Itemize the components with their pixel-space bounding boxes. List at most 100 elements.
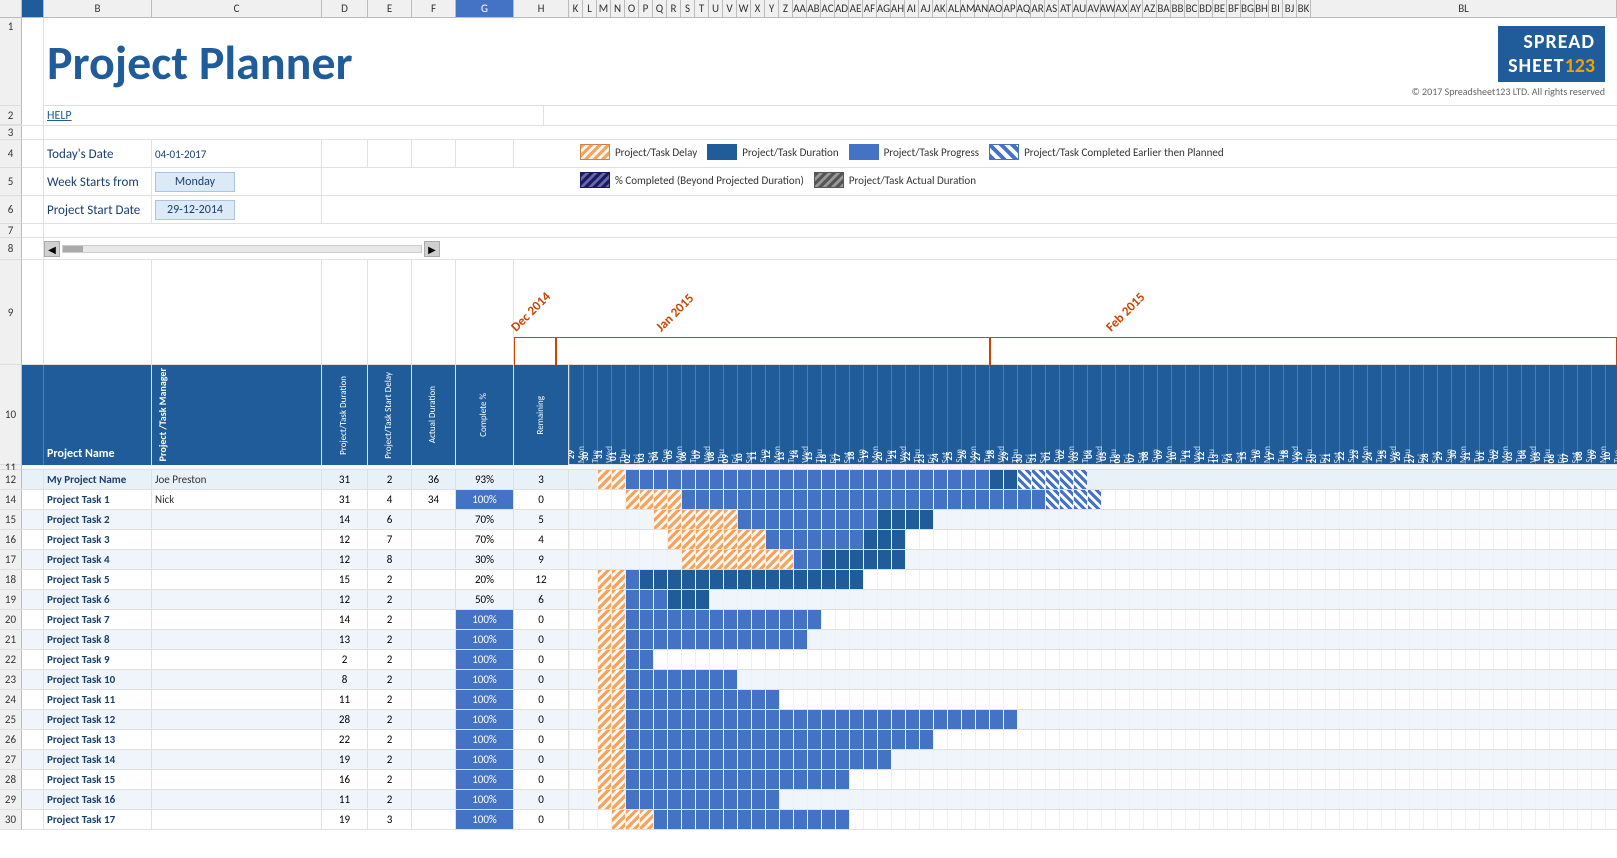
scroll-thumb[interactable] xyxy=(63,246,83,252)
gantt-day-cell xyxy=(1353,730,1367,749)
remaining-cell: 0 xyxy=(514,690,569,709)
gantt-day-cell xyxy=(1423,590,1437,609)
gantt-day-cell xyxy=(891,810,905,829)
gantt-day-cell xyxy=(1297,730,1311,749)
gantt-day-cell xyxy=(905,590,919,609)
gantt-day-cell xyxy=(1241,810,1255,829)
gantt-day-cell xyxy=(1031,550,1045,569)
gantt-day-cell xyxy=(1073,710,1087,729)
gantt-day-cell xyxy=(1017,710,1031,729)
gantt-day-cell xyxy=(1073,650,1087,669)
gantt-day-cell xyxy=(919,670,933,689)
gantt-day-cell xyxy=(1577,670,1591,689)
project-start-value[interactable]: 29-12-2014 xyxy=(155,200,235,220)
gantt-day-cell xyxy=(807,510,821,529)
gantt-day-cell xyxy=(1535,650,1549,669)
gantt-day-cell xyxy=(1171,790,1185,809)
gantt-day-cell xyxy=(1521,730,1535,749)
gantt-day-cell xyxy=(1059,690,1073,709)
remaining-cell: 12 xyxy=(514,570,569,589)
gantt-day-cell xyxy=(1381,510,1395,529)
gantt-day-cell xyxy=(765,490,779,509)
title-row: 1 Project Planner SPREADSHEET123 © 2017 … xyxy=(0,18,1617,106)
gantt-day-cell xyxy=(1031,790,1045,809)
gantt-day-cell xyxy=(611,750,625,769)
gantt-day-cell xyxy=(1591,570,1605,589)
gantt-day-cell xyxy=(1465,690,1479,709)
gantt-day-cell xyxy=(1213,810,1227,829)
gantt-day-cell xyxy=(793,630,807,649)
gantt-day-cell xyxy=(1339,810,1353,829)
gantt-day-cell xyxy=(1409,550,1423,569)
gantt-day-cell xyxy=(1339,570,1353,589)
gantt-day-cell xyxy=(751,750,765,769)
gantt-day-cell xyxy=(1395,790,1409,809)
gantt-row-cells xyxy=(569,590,1617,609)
gantt-day-cell xyxy=(1311,730,1325,749)
delay-cell: 2 xyxy=(368,570,412,589)
gantt-day-cell xyxy=(1437,810,1451,829)
gantt-day-cell xyxy=(1409,470,1423,489)
gantt-day-cell xyxy=(569,650,583,669)
scroll-track[interactable] xyxy=(62,245,422,253)
gantt-day-cell xyxy=(1297,610,1311,629)
gantt-day-cell xyxy=(1297,590,1311,609)
scroll-left-btn[interactable]: ◀ xyxy=(44,241,60,257)
gantt-day-cell xyxy=(821,750,835,769)
gantt-day-cell xyxy=(1213,530,1227,549)
gantt-day-cell xyxy=(737,750,751,769)
gantt-day-cell xyxy=(751,670,765,689)
gantt-day-cell xyxy=(1591,790,1605,809)
gantt-day-cell xyxy=(807,650,821,669)
gantt-day-cell xyxy=(1045,650,1059,669)
gantt-day-cell xyxy=(1087,710,1101,729)
gantt-day-cell xyxy=(1479,790,1493,809)
gantt-day-cell xyxy=(919,470,933,489)
gantt-day-cell xyxy=(933,530,947,549)
gantt-day-cell xyxy=(1577,470,1591,489)
gantt-day-cell xyxy=(835,550,849,569)
gantt-day-cell xyxy=(723,490,737,509)
gantt-day-cell xyxy=(1367,730,1381,749)
gantt-day-cell xyxy=(835,730,849,749)
scroll-right-btn[interactable]: ▶ xyxy=(424,241,440,257)
gantt-day-cell xyxy=(1549,550,1563,569)
gantt-day-cell xyxy=(1325,570,1339,589)
gantt-day-cell xyxy=(765,770,779,789)
gantt-day-cell xyxy=(1563,590,1577,609)
scrollbar-area[interactable]: ◀ ▶ xyxy=(44,238,474,260)
week-starts-value[interactable]: Monday xyxy=(155,172,235,192)
manager-cell xyxy=(152,530,322,549)
gantt-day-cell xyxy=(597,470,611,489)
gantt-day-cell xyxy=(1339,770,1353,789)
gantt-day-cell xyxy=(1605,650,1617,669)
gantt-day-cell xyxy=(961,630,975,649)
complete-cell: 100% xyxy=(456,810,514,829)
gantt-day-cell xyxy=(1115,790,1129,809)
gantt-day-cell xyxy=(597,550,611,569)
manager-cell xyxy=(152,610,322,629)
gantt-day-cell xyxy=(1255,690,1269,709)
gantt-day-cell xyxy=(1269,650,1283,669)
gantt-day-cell xyxy=(989,530,1003,549)
gantt-day-cell xyxy=(863,730,877,749)
gantt-day-cell xyxy=(625,710,639,729)
gantt-day-cell xyxy=(1535,730,1549,749)
gantt-day-cell xyxy=(1241,730,1255,749)
gantt-day-cell xyxy=(597,510,611,529)
gantt-day-cell xyxy=(1437,750,1451,769)
duration-cell: 12 xyxy=(322,530,368,549)
duration-cell: 12 xyxy=(322,550,368,569)
gantt-day-cell xyxy=(1241,670,1255,689)
gantt-day-cell xyxy=(1339,550,1353,569)
gantt-day-cell xyxy=(1031,510,1045,529)
gantt-day-cell xyxy=(905,690,919,709)
gantt-day-cell xyxy=(1297,530,1311,549)
help-link[interactable]: HELP xyxy=(47,109,72,123)
gantt-row-cells xyxy=(569,530,1617,549)
gantt-day-cell xyxy=(1563,570,1577,589)
gantt-day-cell xyxy=(1381,470,1395,489)
gantt-day-cell xyxy=(947,770,961,789)
gantt-day-cell xyxy=(737,790,751,809)
gantt-day-cell xyxy=(765,630,779,649)
